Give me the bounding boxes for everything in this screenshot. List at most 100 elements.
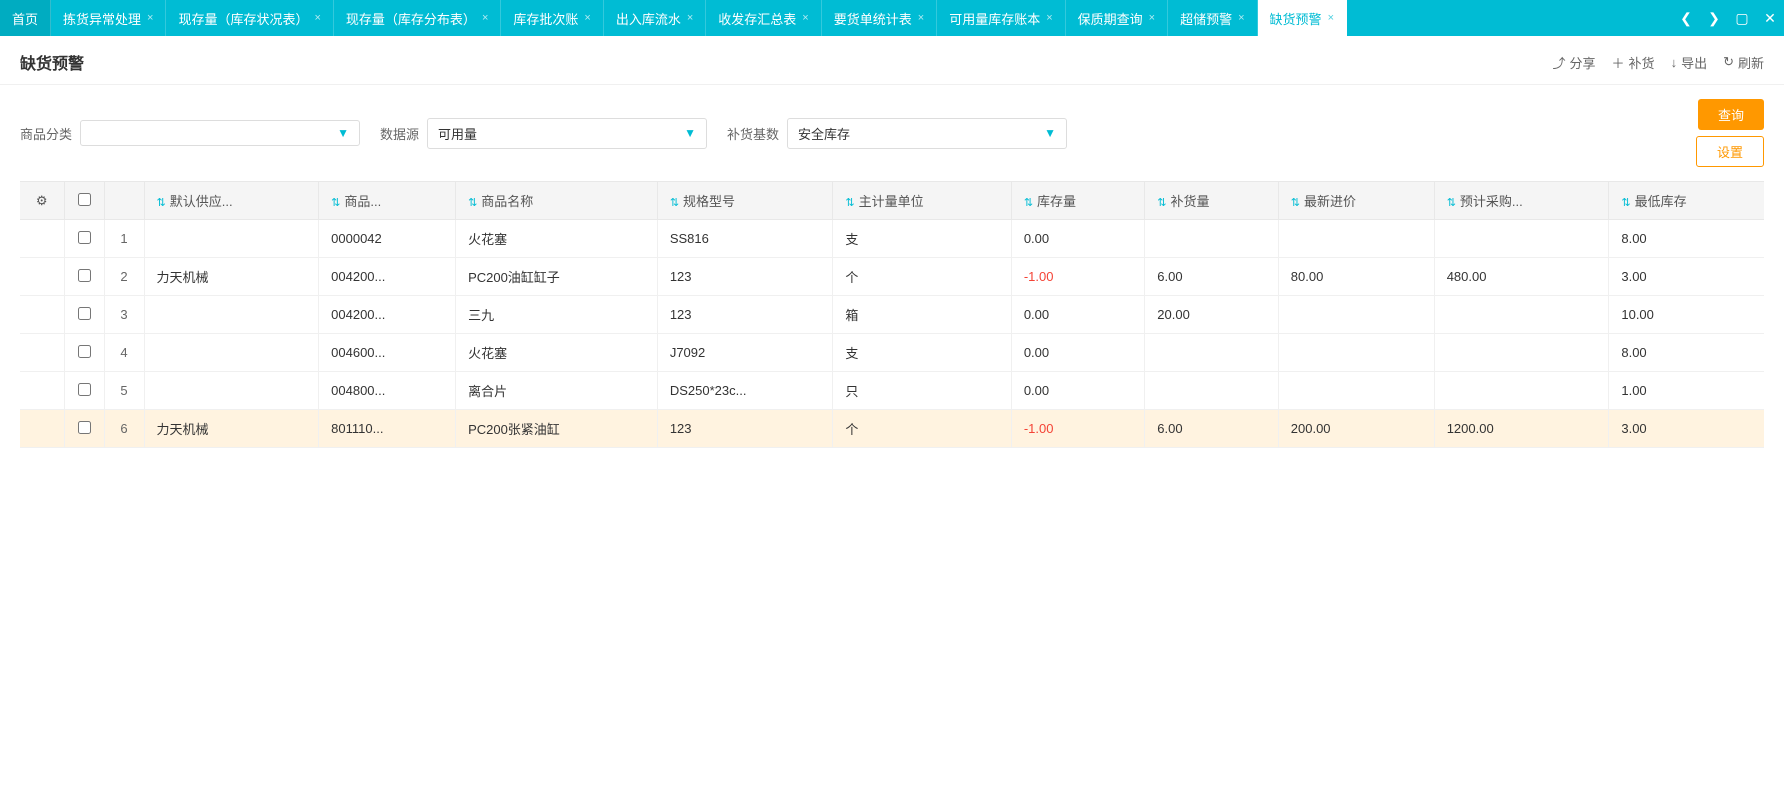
col-spec: ⇅规格型号	[657, 182, 833, 220]
table-row: 10000042火花塞SS816支0.008.00	[20, 220, 1764, 258]
goods-code-cell: 004600...	[319, 334, 456, 372]
row-num-cell: 4	[104, 334, 144, 372]
tab-close-btn[interactable]: ×	[918, 12, 924, 24]
col-replenish-qty: ⇅补货量	[1145, 182, 1278, 220]
tab-close-btn[interactable]: ×	[1149, 12, 1155, 24]
tab-close-btn[interactable]: ×	[687, 12, 693, 24]
replenish-base-filter-group: 补货基数 安全库存 ▼	[727, 118, 1067, 149]
row-checkbox[interactable]	[78, 421, 91, 434]
tab-item-receive-summary[interactable]: 收发存汇总表×	[706, 0, 821, 36]
col-gear: ⚙	[20, 182, 64, 220]
row-checkbox[interactable]	[78, 269, 91, 282]
tab-close-btn[interactable]: ×	[1238, 12, 1244, 24]
tab-close-btn[interactable]: ×	[802, 12, 808, 24]
tab-item-inventory-dist[interactable]: 现存量（库存分布表）×	[334, 0, 501, 36]
category-select[interactable]: ▼	[80, 120, 360, 146]
estimated-purchase-cell: 1200.00	[1434, 410, 1609, 448]
col-goods-code: ⇅商品...	[319, 182, 456, 220]
tab-item-available-ledger[interactable]: 可用量库存账本 ×	[937, 0, 1065, 36]
tab-close-btn[interactable]: ×	[584, 12, 590, 24]
spec-cell: 123	[657, 410, 833, 448]
unit-cell: 支	[833, 334, 1011, 372]
estimated-purchase-cell	[1434, 334, 1609, 372]
table-row: 4004600...火花塞J7092支0.008.00	[20, 334, 1764, 372]
col-min-stock: ⇅最低库存	[1609, 182, 1764, 220]
stock-qty-cell: 0.00	[1011, 334, 1144, 372]
row-gear-cell	[20, 296, 64, 334]
col-stock-qty: ⇅库存量	[1011, 182, 1144, 220]
tab-item-home[interactable]: 首页	[0, 0, 51, 36]
restore-window-btn[interactable]: ▢	[1728, 0, 1756, 36]
prev-tab-btn[interactable]: ❮	[1672, 0, 1700, 36]
col-rownum	[104, 182, 144, 220]
goods-name-cell: 火花塞	[456, 334, 658, 372]
tab-label: 可用量库存账本	[949, 9, 1040, 28]
replenish-base-value: 安全库存	[798, 124, 850, 143]
min-stock-cell: 1.00	[1609, 372, 1764, 410]
stock-qty-cell: 0.00	[1011, 220, 1144, 258]
tab-item-overstock[interactable]: 超储预警×	[1168, 0, 1257, 36]
latest-price-cell	[1278, 372, 1434, 410]
row-checkbox[interactable]	[78, 383, 91, 396]
datasource-label: 数据源	[380, 124, 419, 143]
min-stock-cell: 8.00	[1609, 220, 1764, 258]
tab-item-batch-account[interactable]: 库存批次账×	[501, 0, 603, 36]
tab-item-demand-stats[interactable]: 要货单统计表×	[822, 0, 937, 36]
datasource-select[interactable]: 可用量 ▼	[427, 118, 707, 149]
row-checkbox[interactable]	[78, 231, 91, 244]
tab-label: 现存量（库存状况表）	[178, 9, 308, 28]
replenish-base-label: 补货基数	[727, 124, 779, 143]
row-num-cell: 2	[104, 258, 144, 296]
replenish-qty-cell	[1145, 220, 1278, 258]
replenish-qty-cell	[1145, 334, 1278, 372]
close-window-btn[interactable]: ✕	[1756, 0, 1784, 36]
goods-code-cell: 801110...	[319, 410, 456, 448]
replenish-icon: ＋	[1612, 53, 1625, 72]
default-supplier-cell: 力天机械	[144, 258, 319, 296]
tab-item-expiry-query[interactable]: 保质期查询×	[1066, 0, 1168, 36]
latest-price-cell: 200.00	[1278, 410, 1434, 448]
stock-qty-cell: -1.00	[1011, 258, 1144, 296]
default-supplier-cell	[144, 220, 319, 258]
export-button[interactable]: ↓ 导出	[1671, 53, 1708, 72]
tab-item-exception[interactable]: 拣货异常处理×	[51, 0, 166, 36]
refresh-button[interactable]: ↻ 刷新	[1723, 53, 1764, 72]
tab-close-btn[interactable]: ×	[482, 12, 488, 24]
spec-cell: 123	[657, 258, 833, 296]
page-title: 缺货预警	[20, 50, 84, 74]
query-button[interactable]: 查询	[1698, 99, 1764, 130]
select-all-checkbox[interactable]	[78, 193, 91, 206]
default-supplier-cell: 力天机械	[144, 410, 319, 448]
replenish-qty-cell	[1145, 372, 1278, 410]
tab-close-btn[interactable]: ×	[314, 12, 320, 24]
page-header: 缺货预警 ⤴ 分享 ＋ 补货 ↓ 导出 ↻ 刷新	[0, 36, 1784, 85]
replenish-base-select[interactable]: 安全库存 ▼	[787, 118, 1067, 149]
goods-name-cell: 火花塞	[456, 220, 658, 258]
default-supplier-cell	[144, 372, 319, 410]
table-row: 3004200...三九123箱0.0020.0010.00	[20, 296, 1764, 334]
row-checkbox[interactable]	[78, 307, 91, 320]
settings-button[interactable]: 设置	[1696, 136, 1764, 167]
filter-actions: 查询 设置	[1696, 99, 1764, 167]
row-checkbox-cell	[64, 334, 104, 372]
tab-close-btn[interactable]: ×	[1328, 12, 1334, 24]
replenish-qty-cell: 6.00	[1145, 258, 1278, 296]
unit-cell: 个	[833, 410, 1011, 448]
row-checkbox-cell	[64, 258, 104, 296]
unit-cell: 箱	[833, 296, 1011, 334]
tab-item-shortage[interactable]: 缺货预警×	[1258, 0, 1347, 36]
share-button[interactable]: ⤴ 分享	[1553, 53, 1596, 72]
tab-item-inout-flow[interactable]: 出入库流水×	[604, 0, 706, 36]
replenish-button[interactable]: ＋ 补货	[1612, 53, 1655, 72]
estimated-purchase-cell	[1434, 296, 1609, 334]
next-tab-btn[interactable]: ❯	[1700, 0, 1728, 36]
data-table: ⚙ ⇅默认供应... ⇅商品... ⇅商品名称 ⇅规格型号 ⇅主计量单位 ⇅库存…	[20, 181, 1764, 448]
row-checkbox[interactable]	[78, 345, 91, 358]
tab-bar: 首页拣货异常处理×现存量（库存状况表）×现存量（库存分布表）×库存批次账×出入库…	[0, 0, 1784, 36]
gear-icon[interactable]: ⚙	[36, 193, 48, 208]
tab-item-inventory-status[interactable]: 现存量（库存状况表） ×	[166, 0, 333, 36]
row-num-cell: 6	[104, 410, 144, 448]
tab-close-btn[interactable]: ×	[1046, 12, 1052, 24]
table-row: 2力天机械004200...PC200油缸缸子123个-1.006.0080.0…	[20, 258, 1764, 296]
tab-close-btn[interactable]: ×	[147, 12, 153, 24]
